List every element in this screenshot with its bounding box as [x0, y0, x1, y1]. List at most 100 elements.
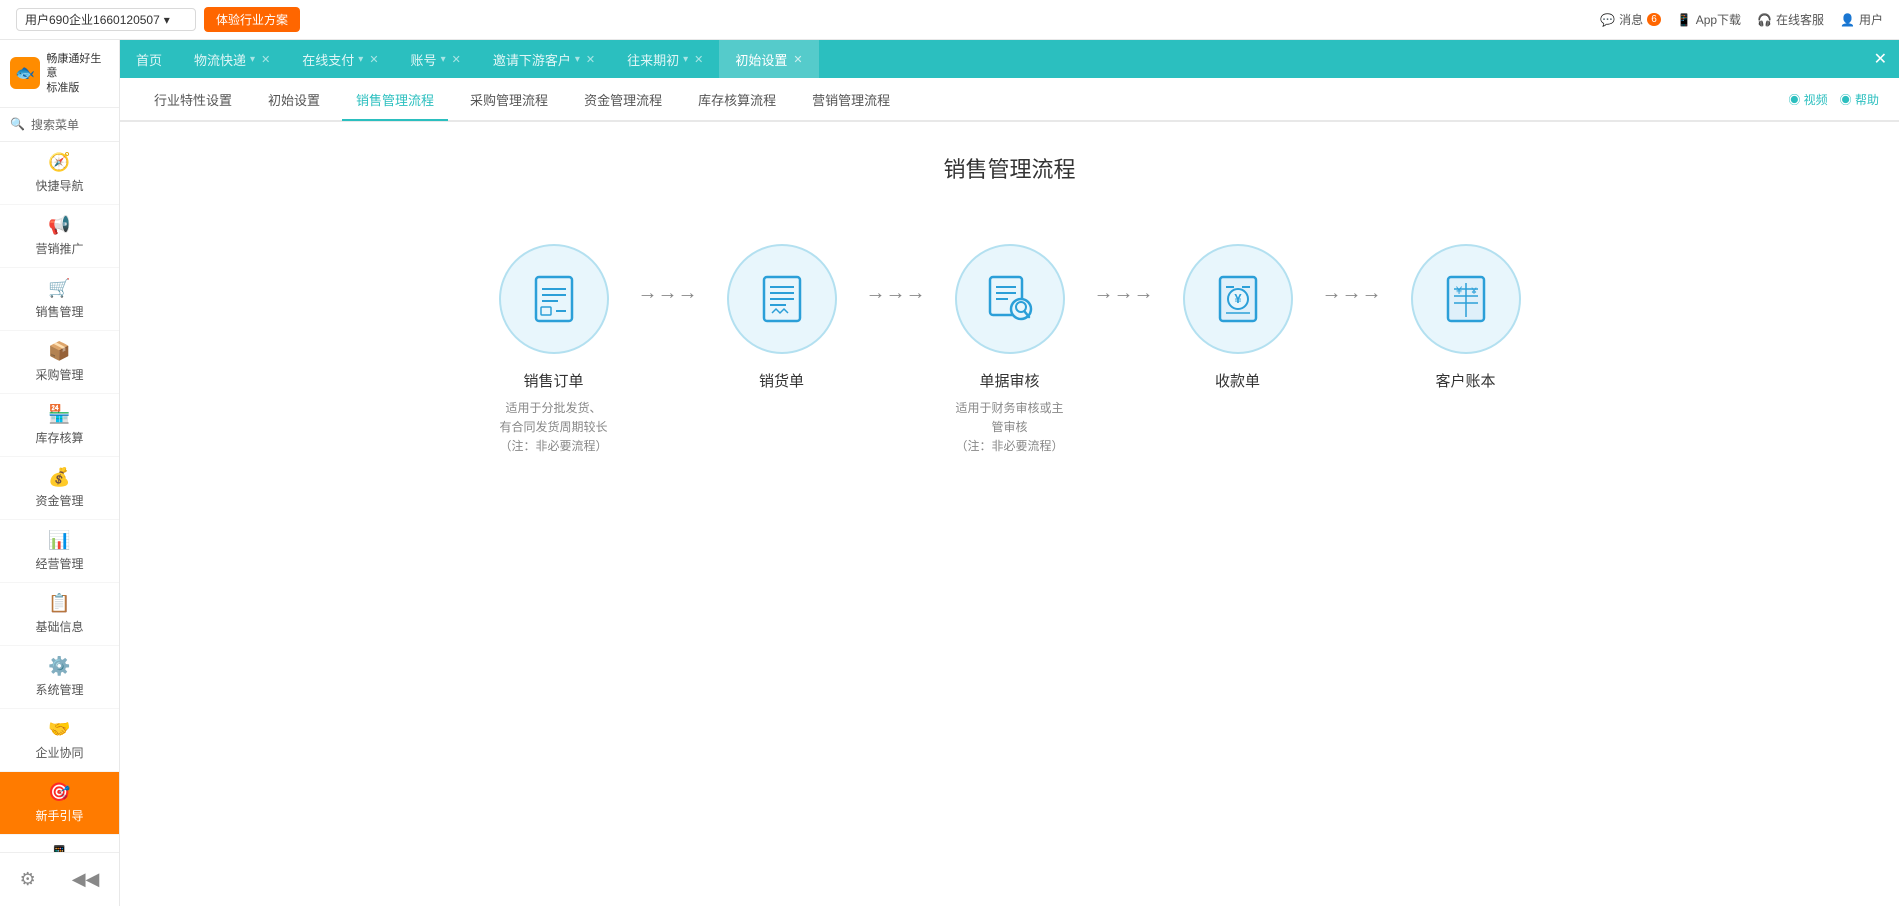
- main-layout: 🐟 畅康通好生意 标准版 🔍 搜索菜单 🧭 快捷导航 📢 营销推广 🛒 销售管理: [0, 40, 1899, 906]
- tab-account[interactable]: 账号 ▾ ✕: [395, 40, 477, 78]
- invite-close-icon[interactable]: ✕: [586, 53, 595, 66]
- avatar-icon: 👤: [1840, 13, 1855, 27]
- finance-icon: 💰: [48, 467, 70, 488]
- online-service-btn[interactable]: 🎧 在线客服: [1757, 11, 1824, 28]
- sidebar-item-purchase-mgmt[interactable]: 📦 采购管理: [0, 331, 119, 394]
- sales-icon: 🛒: [48, 278, 70, 299]
- close-all-tabs-btn[interactable]: ✕: [1862, 40, 1899, 78]
- flow-step-sales-order: 销售订单 适用于分批发货、有合同发货周期较长（注：非必要流程）: [474, 244, 634, 457]
- payment-dropdown-icon: ▾: [358, 54, 363, 65]
- search-label: 搜索菜单: [31, 116, 79, 133]
- tab-init-settings[interactable]: 初始设置 ✕: [719, 40, 818, 78]
- sidebar-settings-btn[interactable]: ⚙: [12, 861, 44, 898]
- messages-btn[interactable]: 💬 消息 6: [1600, 11, 1661, 28]
- trial-btn[interactable]: 体验行业方案: [204, 7, 300, 32]
- tab-logistics[interactable]: 物流快递 ▾ ✕: [178, 40, 286, 78]
- sub-tab-finance-flow[interactable]: 资金管理流程: [570, 80, 676, 119]
- messages-label: 消息: [1619, 11, 1643, 28]
- sidebar-item-label: 企业协同: [35, 744, 83, 761]
- period-dropdown-icon: ▾: [683, 54, 688, 65]
- tab-invite[interactable]: 邀请下游客户 ▾ ✕: [477, 40, 611, 78]
- sales-order-desc: 适用于分批发货、有合同发货周期较长（注：非必要流程）: [499, 399, 607, 457]
- doc-review-title: 单据审核: [979, 370, 1039, 391]
- receipt-icon: ¥: [1183, 244, 1293, 354]
- sub-tab-sales-label: 销售管理流程: [356, 93, 434, 108]
- svg-text:¥: ¥: [1234, 291, 1242, 306]
- sidebar-collapse-btn[interactable]: ◀◀: [64, 861, 108, 898]
- basic-icon: 📋: [48, 593, 70, 614]
- sidebar-item-label: 系统管理: [35, 681, 83, 698]
- sidebar-item-label: 经营管理: [35, 555, 83, 572]
- account-close-icon[interactable]: ✕: [452, 53, 461, 66]
- sidebar-item-ops-mgmt[interactable]: 📊 经营管理: [0, 520, 119, 583]
- sidebar-item-label: 资金管理: [35, 492, 83, 509]
- customer-ledger-icon: ¥ ¥: [1411, 244, 1521, 354]
- sidebar-item-label: 库存核算: [35, 429, 83, 446]
- headset-icon: 🎧: [1757, 13, 1772, 27]
- sub-tab-marketing-label: 营销管理流程: [812, 93, 890, 108]
- sidebar-item-app-center[interactable]: 📱 应用中心: [0, 835, 119, 852]
- sub-tab-init[interactable]: 初始设置: [254, 80, 334, 119]
- user-avatar-btn[interactable]: 👤 用户: [1840, 11, 1883, 28]
- tab-payment[interactable]: 在线支付 ▾ ✕: [286, 40, 394, 78]
- app-center-icon: 📱: [48, 845, 70, 852]
- sidebar-item-label: 采购管理: [35, 366, 83, 383]
- sidebar-item-finance-mgmt[interactable]: 💰 资金管理: [0, 457, 119, 520]
- sidebar-item-label: 销售管理: [35, 303, 83, 320]
- messages-badge: 6: [1647, 13, 1661, 26]
- sidebar-item-new-guide[interactable]: 🎯 新手引导: [0, 772, 119, 835]
- invite-dropdown-icon: ▾: [575, 54, 580, 65]
- sidebar-item-marketing-promo[interactable]: 📢 营销推广: [0, 205, 119, 268]
- nav-tabs: 首页 物流快递 ▾ ✕ 在线支付 ▾ ✕ 账号 ▾ ✕ 邀请下游客户 ▾ ✕: [120, 40, 1899, 78]
- period-close-icon[interactable]: ✕: [694, 53, 703, 66]
- sub-tab-init-label: 初始设置: [268, 93, 320, 108]
- search-icon: 🔍: [10, 117, 25, 131]
- sidebar-item-label: 快捷导航: [35, 177, 83, 194]
- customer-ledger-title: 客户账本: [1435, 370, 1495, 391]
- sidebar-search[interactable]: 🔍 搜索菜单: [0, 108, 119, 142]
- tab-period-label: 往来期初: [627, 50, 679, 69]
- tab-period-init[interactable]: 往来期初 ▾ ✕: [611, 40, 719, 78]
- sub-tab-purchase-flow[interactable]: 采购管理流程: [456, 80, 562, 119]
- sidebar-item-quick-nav[interactable]: 🧭 快捷导航: [0, 142, 119, 205]
- receipt-desc: [1236, 399, 1239, 418]
- flow-step-receipt: ¥ 收款单: [1158, 244, 1318, 418]
- app-download-btn[interactable]: 📱 App下载: [1677, 11, 1741, 28]
- user-dropdown-icon: ▾: [164, 13, 170, 27]
- tab-account-label: 账号: [411, 50, 437, 69]
- tab-payment-label: 在线支付: [302, 50, 354, 69]
- sub-tabs-right: ◉ 视频 ◉ 帮助: [1788, 91, 1879, 108]
- help-btn[interactable]: ◉ 帮助: [1840, 91, 1879, 108]
- sales-invoice-icon: [727, 244, 837, 354]
- payment-close-icon[interactable]: ✕: [369, 53, 378, 66]
- video-help-btn[interactable]: ◉ 视频: [1788, 91, 1827, 108]
- logistics-dropdown-icon: ▾: [250, 54, 255, 65]
- sidebar-logo: 🐟 畅康通好生意 标准版: [0, 40, 119, 108]
- sidebar-item-basic-info[interactable]: 📋 基础信息: [0, 583, 119, 646]
- sidebar-nav: 🧭 快捷导航 📢 营销推广 🛒 销售管理 📦 采购管理 🏪 库存核算 💰: [0, 142, 119, 852]
- logo-line2: 标准版: [46, 81, 109, 95]
- sidebar-item-sales-mgmt[interactable]: 🛒 销售管理: [0, 268, 119, 331]
- sidebar-item-inventory[interactable]: 🏪 库存核算: [0, 394, 119, 457]
- sub-tabs-left: 行业特性设置 初始设置 销售管理流程 采购管理流程 资金管理流程 库存核算流程: [140, 80, 904, 119]
- sub-tab-industry[interactable]: 行业特性设置: [140, 80, 246, 119]
- arrow-1: →→→: [634, 282, 702, 305]
- user-select[interactable]: 用户690企业1660120507 ▾: [16, 8, 196, 31]
- tab-home[interactable]: 首页: [120, 40, 178, 78]
- init-close-icon[interactable]: ✕: [793, 53, 802, 66]
- receipt-title: 收款单: [1215, 370, 1260, 391]
- account-dropdown-icon: ▾: [441, 54, 446, 65]
- coop-icon: 🤝: [48, 719, 70, 740]
- sub-tab-marketing-flow[interactable]: 营销管理流程: [798, 80, 904, 119]
- purchase-icon: 📦: [48, 341, 70, 362]
- sub-tab-inventory-flow[interactable]: 库存核算流程: [684, 80, 790, 119]
- logistics-close-icon[interactable]: ✕: [261, 53, 270, 66]
- svg-text:¥: ¥: [1454, 285, 1462, 297]
- sidebar-item-sys-mgmt[interactable]: ⚙️ 系统管理: [0, 646, 119, 709]
- online-service-label: 在线客服: [1776, 11, 1824, 28]
- sidebar-item-enterprise-coop[interactable]: 🤝 企业协同: [0, 709, 119, 772]
- sub-tab-sales-flow[interactable]: 销售管理流程: [342, 80, 448, 119]
- top-bar-left: 用户690企业1660120507 ▾ 体验行业方案: [16, 7, 300, 32]
- customer-ledger-desc: [1464, 399, 1467, 418]
- app-icon: 📱: [1677, 13, 1692, 27]
